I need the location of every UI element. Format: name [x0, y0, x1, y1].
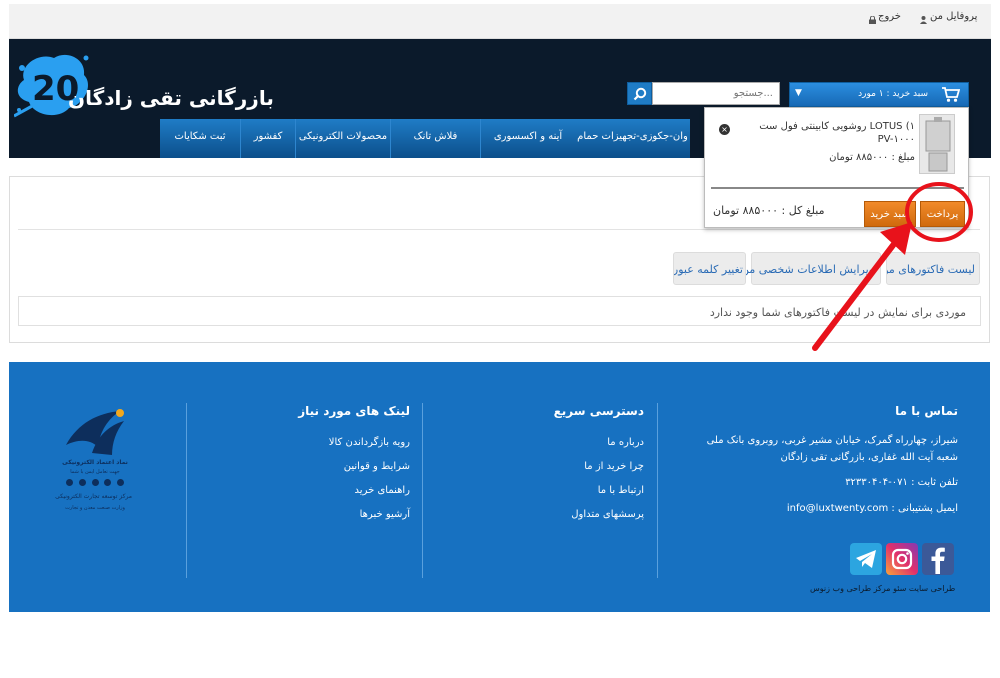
main-menu: وان-جکوزی-تجهیزات حمام آینه و اکسسوری فل… [160, 119, 690, 158]
tab-edit-profile[interactable]: ویرایش اطلاعات شخصی من [741, 252, 881, 285]
empty-message: موردی برای نمایش در لیست فاکتورهای شما و… [709, 306, 966, 319]
view-cart-button[interactable]: سبد خرید [864, 201, 916, 227]
top-bar [9, 4, 991, 39]
telegram-icon[interactable] [850, 543, 882, 575]
footer-link-return-policy[interactable]: رویه بازگرداندن کالا [280, 437, 410, 448]
footer-useful-links-title: لینک های مورد نیاز [298, 404, 410, 418]
divider [711, 187, 964, 189]
cart-bar[interactable]: ▼ سبد خرید : ۱ مورد [789, 82, 969, 107]
user-icon [920, 14, 927, 24]
logo-text: بازرگانی تقی زادگان [68, 86, 274, 110]
cart-total: مبلغ کل : ۸۸۵۰۰۰ تومان [713, 204, 825, 217]
menu-item-electronics[interactable]: محصولات الکترونیکی [295, 119, 390, 158]
menu-item-flush-tank[interactable]: فلاش تانک [390, 119, 480, 158]
footer-contact-title: تماس با ما [895, 404, 958, 418]
enamad-line4: وزارت صنعت معدن و تجارت [65, 505, 125, 511]
tab-my-invoices[interactable]: لیست فاکتورهای من [886, 252, 980, 285]
divider [186, 403, 187, 578]
divider [18, 229, 980, 230]
cart-item-name[interactable]: ۱) LOTUS روشویی کابینتی فول ست PV-۱۰۰۰ [735, 120, 915, 146]
empty-list-box: موردی برای نمایش در لیست فاکتورهای شما و… [18, 296, 981, 326]
menu-item-floor-drain[interactable]: کفشور [240, 119, 295, 158]
tab-change-password[interactable]: تغییر کلمه عبور [673, 252, 746, 285]
footer-link-news-archive[interactable]: آرشیو خبرها [280, 509, 410, 520]
menu-item-bath[interactable]: وان-جکوزی-تجهیزات حمام [575, 119, 690, 158]
caret-down-icon: ▼ [795, 88, 802, 98]
search-input[interactable] [652, 82, 780, 105]
pay-button[interactable]: پرداخت [920, 201, 965, 227]
search-icon [633, 87, 647, 104]
enamad-line1: نماد اعتماد الکترونیکی [62, 459, 128, 466]
instagram-icon[interactable] [886, 543, 918, 575]
footer-address-line1: شیراز، چهارراه گمرک، خیابان مشیر غربی، ر… [706, 435, 958, 446]
footer-email[interactable]: ایمیل پشتیبانی : info@luxtwenty.com [700, 500, 958, 517]
product-thumbnail[interactable] [919, 114, 955, 174]
logout-link[interactable]: خروج [878, 11, 901, 22]
footer-link-faq[interactable]: پرسشهای متداول [520, 509, 644, 520]
menu-item-mirror[interactable]: آینه و اکسسوری [480, 119, 575, 158]
footer-quick-access-title: دسترسی سریع [553, 404, 644, 418]
stars-icon [66, 479, 124, 487]
footer-link-guide[interactable]: راهنمای خرید [280, 485, 410, 496]
cart-item-price: مبلغ : ۸۸۵۰۰۰ تومان [829, 152, 915, 163]
footer-link-why-us[interactable]: چرا خرید از ما [520, 461, 644, 472]
footer-link-about[interactable]: درباره ما [520, 437, 644, 448]
enamad-line2: جهت تعامل ایمن با شما [70, 469, 120, 475]
search-button[interactable] [627, 82, 652, 105]
profile-label: پروفایل من [930, 11, 978, 22]
enamad-line3: مرکز توسعه تجارت الکترونیکی [55, 493, 132, 500]
logout-label: خروج [878, 11, 901, 22]
cart-bar-label: سبد خرید : ۱ مورد [858, 89, 928, 99]
cart-icon [942, 86, 961, 103]
menu-item-complaints[interactable]: ثبت شکایات [160, 119, 240, 158]
cart-dropdown: × ۱) LOTUS روشویی کابینتی فول ست PV-۱۰۰۰… [704, 107, 969, 228]
lock-icon [869, 14, 876, 24]
divider [422, 403, 423, 578]
footer-link-terms[interactable]: شرایط و قوانین [280, 461, 410, 472]
profile-link[interactable]: پروفایل من [930, 11, 977, 22]
footer-address-line2: شعبه آیت الله غفاری، بازرگانی تقی زادگان [780, 452, 958, 463]
footer-link-contact[interactable]: ارتباط با ما [520, 485, 644, 496]
facebook-icon[interactable] [922, 543, 954, 575]
footer-credit[interactable]: طراحی سایت سئو مرکز طراحی وب زنوس [810, 584, 955, 593]
enamad-badge[interactable]: نماد اعتماد الکترونیکی جهت تعامل ایمن با… [55, 403, 132, 521]
footer-phone: تلفن ثابت : ۰۷۱-۳۲۳۳۰۴۰۴ [845, 477, 958, 488]
divider [657, 403, 658, 578]
remove-item-button[interactable]: × [719, 124, 730, 135]
